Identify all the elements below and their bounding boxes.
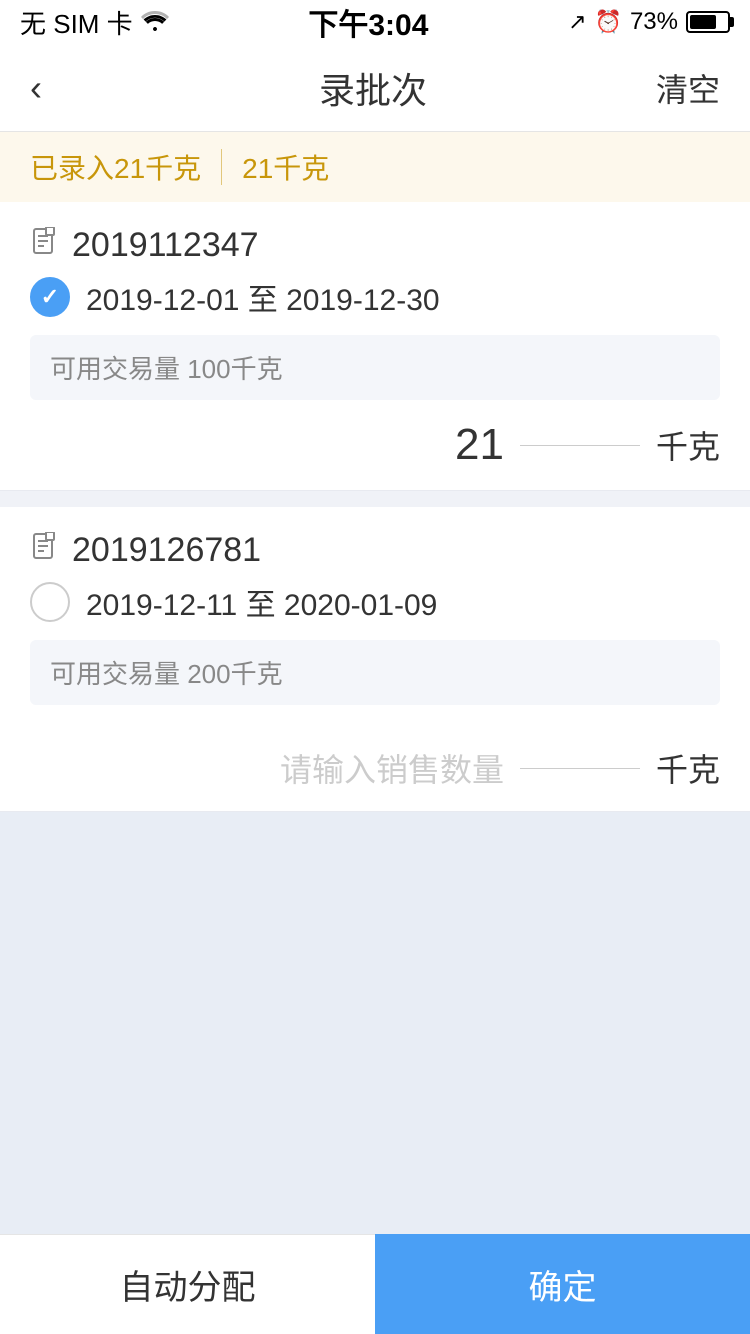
wifi-icon (141, 7, 169, 38)
batch-1-radio[interactable] (30, 277, 70, 317)
batch-1-date-row[interactable]: 2019-12-01 至 2019-12-30 (30, 275, 720, 319)
batch-2-quantity-placeholder: 请输入销售数量 (280, 745, 504, 791)
batch-1-header: 2019112347 (30, 226, 720, 265)
battery-percent: 73% (630, 8, 678, 36)
batch-1-date: 2019-12-01 至 2019-12-30 (86, 275, 440, 319)
batch-2-card: 2019126781 2019-12-11 至 2020-01-09 可用交易量… (0, 507, 750, 725)
bottom-bar: 自动分配 确定 (0, 1234, 750, 1334)
carrier-info: 无 SIM 卡 (20, 4, 169, 41)
batch-2-radio[interactable] (30, 582, 70, 622)
clear-button[interactable]: 清空 (656, 65, 720, 111)
location-icon: ↗ (568, 9, 586, 35)
batch-2-date: 2019-12-11 至 2020-01-09 (86, 580, 437, 624)
card-divider (0, 491, 750, 507)
auto-distribute-button[interactable]: 自动分配 (0, 1234, 375, 1334)
batch-2-underline (520, 768, 640, 769)
status-right-icons: ↗ ⏰ 73% (568, 8, 730, 36)
nav-bar: ‹ 录批次 清空 (0, 44, 750, 132)
empty-area (0, 812, 750, 1252)
battery-icon (686, 11, 730, 33)
batch-1-doc-icon (30, 227, 60, 265)
summary-value: 21千克 (242, 147, 329, 187)
page-title: 录批次 (319, 62, 427, 114)
batch-1-available: 可用交易量 100千克 (30, 335, 720, 400)
batch-2-header: 2019126781 (30, 531, 720, 570)
batch-1-underline (520, 445, 640, 446)
batch-2-available: 可用交易量 200千克 (30, 640, 720, 705)
battery-fill (690, 15, 716, 29)
summary-banner: 已录入21千克 21千克 (0, 132, 750, 202)
batch-1-id: 2019112347 (72, 226, 259, 265)
back-button[interactable]: ‹ (30, 67, 90, 109)
batch-1-unit: 千克 (656, 422, 720, 468)
confirm-button[interactable]: 确定 (375, 1234, 750, 1334)
status-bar: 无 SIM 卡 下午3:04 ↗ ⏰ 73% (0, 0, 750, 44)
batch-2-unit: 千克 (656, 745, 720, 791)
status-time: 下午3:04 (308, 0, 428, 44)
batch-2-id: 2019126781 (72, 531, 261, 570)
summary-label: 已录入21千克 (30, 147, 201, 187)
batch-1-card: 2019112347 2019-12-01 至 2019-12-30 可用交易量… (0, 202, 750, 400)
batch-2-date-row[interactable]: 2019-12-11 至 2020-01-09 (30, 580, 720, 624)
summary-divider (221, 149, 222, 185)
carrier-text: 无 SIM 卡 (20, 4, 133, 41)
alarm-icon: ⏰ (595, 9, 622, 35)
batch-1-quantity-row: 21 千克 (0, 400, 750, 491)
batch-2-doc-icon (30, 532, 60, 570)
batch-1-quantity-value: 21 (455, 420, 504, 470)
batch-2-quantity-row[interactable]: 请输入销售数量 千克 (0, 725, 750, 812)
